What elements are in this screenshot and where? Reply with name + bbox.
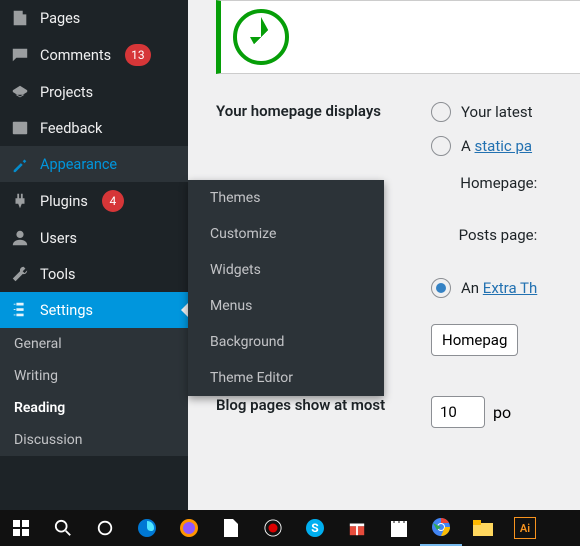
homepage-radios: Your latest A static pa Homepage: Posts … — [431, 102, 537, 356]
menu-label: Tools — [40, 266, 76, 283]
search-button[interactable] — [42, 510, 84, 546]
flyout-widgets[interactable]: Widgets — [188, 252, 384, 288]
radio-icon — [431, 136, 451, 156]
gift-icon[interactable] — [336, 510, 378, 546]
posts-page-field-label: Posts page: — [431, 226, 537, 244]
sub-item-reading[interactable]: Reading — [0, 392, 188, 424]
admin-sidebar: Pages Comments 13 Projects Feedback Appe… — [0, 0, 188, 510]
sidebar-item-tools[interactable]: Tools — [0, 256, 188, 292]
menu-label: Appearance — [40, 156, 117, 173]
settings-icon — [10, 300, 30, 320]
homepage-label: Your homepage displays — [216, 102, 411, 120]
sidebar-item-comments[interactable]: Comments 13 — [0, 36, 188, 74]
radio-static-page[interactable]: A static pa — [431, 136, 537, 156]
blog-pages-input[interactable] — [431, 396, 485, 428]
radio-extra-theme[interactable]: An Extra Th — [431, 278, 537, 298]
radio-label: Your latest — [461, 103, 532, 121]
jetpack-logo-icon — [233, 9, 289, 65]
comments-icon — [10, 45, 30, 65]
sidebar-item-projects[interactable]: Projects — [0, 74, 188, 110]
blog-pages-row: Blog pages show at most po — [216, 396, 580, 428]
plugins-badge: 4 — [102, 190, 124, 212]
menu-label: Plugins — [40, 193, 88, 210]
blog-pages-label: Blog pages show at most — [216, 396, 411, 414]
users-icon — [10, 228, 30, 248]
comments-badge: 13 — [125, 44, 151, 66]
menu-label: Projects — [40, 84, 93, 101]
pages-icon — [10, 8, 30, 28]
sub-item-general[interactable]: General — [0, 328, 188, 360]
menu-label: Pages — [40, 10, 80, 27]
sidebar-item-appearance[interactable]: Appearance — [0, 146, 188, 182]
menu-label: Comments — [40, 47, 111, 64]
menu-label: Settings — [40, 302, 93, 319]
appearance-icon — [10, 154, 30, 174]
start-button[interactable] — [0, 510, 42, 546]
static-page-link[interactable]: static pa — [475, 137, 533, 155]
sidebar-item-settings[interactable]: Settings — [0, 292, 188, 328]
explorer-icon[interactable] — [462, 510, 504, 546]
svg-text:S: S — [311, 521, 318, 535]
jetpack-banner[interactable] — [216, 0, 580, 74]
settings-submenu: General Writing Reading Discussion — [0, 328, 188, 456]
flyout-themes[interactable]: Themes — [188, 180, 384, 216]
sidebar-item-plugins[interactable]: Plugins 4 — [0, 182, 188, 220]
homepage-select[interactable]: Homepag — [431, 324, 518, 356]
menu-label: Feedback — [40, 120, 102, 137]
appearance-flyout: Themes Customize Widgets Menus Backgroun… — [188, 180, 384, 396]
sub-item-writing[interactable]: Writing — [0, 360, 188, 392]
radio-label: A static pa — [461, 137, 532, 155]
edge-icon[interactable] — [126, 510, 168, 546]
notes-icon[interactable] — [378, 510, 420, 546]
extra-theme-link[interactable]: Extra Th — [483, 279, 537, 297]
homepage-field-label: Homepage: — [431, 174, 537, 192]
radio-latest-posts[interactable]: Your latest — [431, 102, 537, 122]
record-icon[interactable] — [252, 510, 294, 546]
projects-icon — [10, 82, 30, 102]
skype-icon[interactable]: S — [294, 510, 336, 546]
radio-label: An Extra Th — [461, 279, 537, 297]
sidebar-item-users[interactable]: Users — [0, 220, 188, 256]
windows-taskbar: S Ai — [0, 510, 580, 546]
feedback-icon — [10, 118, 30, 138]
cortana-button[interactable] — [84, 510, 126, 546]
radio-icon — [431, 102, 451, 122]
illustrator-icon[interactable]: Ai — [504, 510, 546, 546]
flyout-customize[interactable]: Customize — [188, 216, 384, 252]
blog-pages-suffix: po — [493, 403, 511, 422]
sub-item-discussion[interactable]: Discussion — [0, 424, 188, 456]
chrome-icon[interactable] — [420, 510, 462, 546]
flyout-theme-editor[interactable]: Theme Editor — [188, 360, 384, 396]
flyout-menus[interactable]: Menus — [188, 288, 384, 324]
sidebar-item-pages[interactable]: Pages — [0, 0, 188, 36]
flyout-background[interactable]: Background — [188, 324, 384, 360]
tools-icon — [10, 264, 30, 284]
radio-icon — [431, 278, 451, 298]
file-icon[interactable] — [210, 510, 252, 546]
menu-label: Users — [40, 230, 77, 247]
plugins-icon — [10, 191, 30, 211]
sidebar-item-feedback[interactable]: Feedback — [0, 110, 188, 146]
firefox-icon[interactable] — [168, 510, 210, 546]
